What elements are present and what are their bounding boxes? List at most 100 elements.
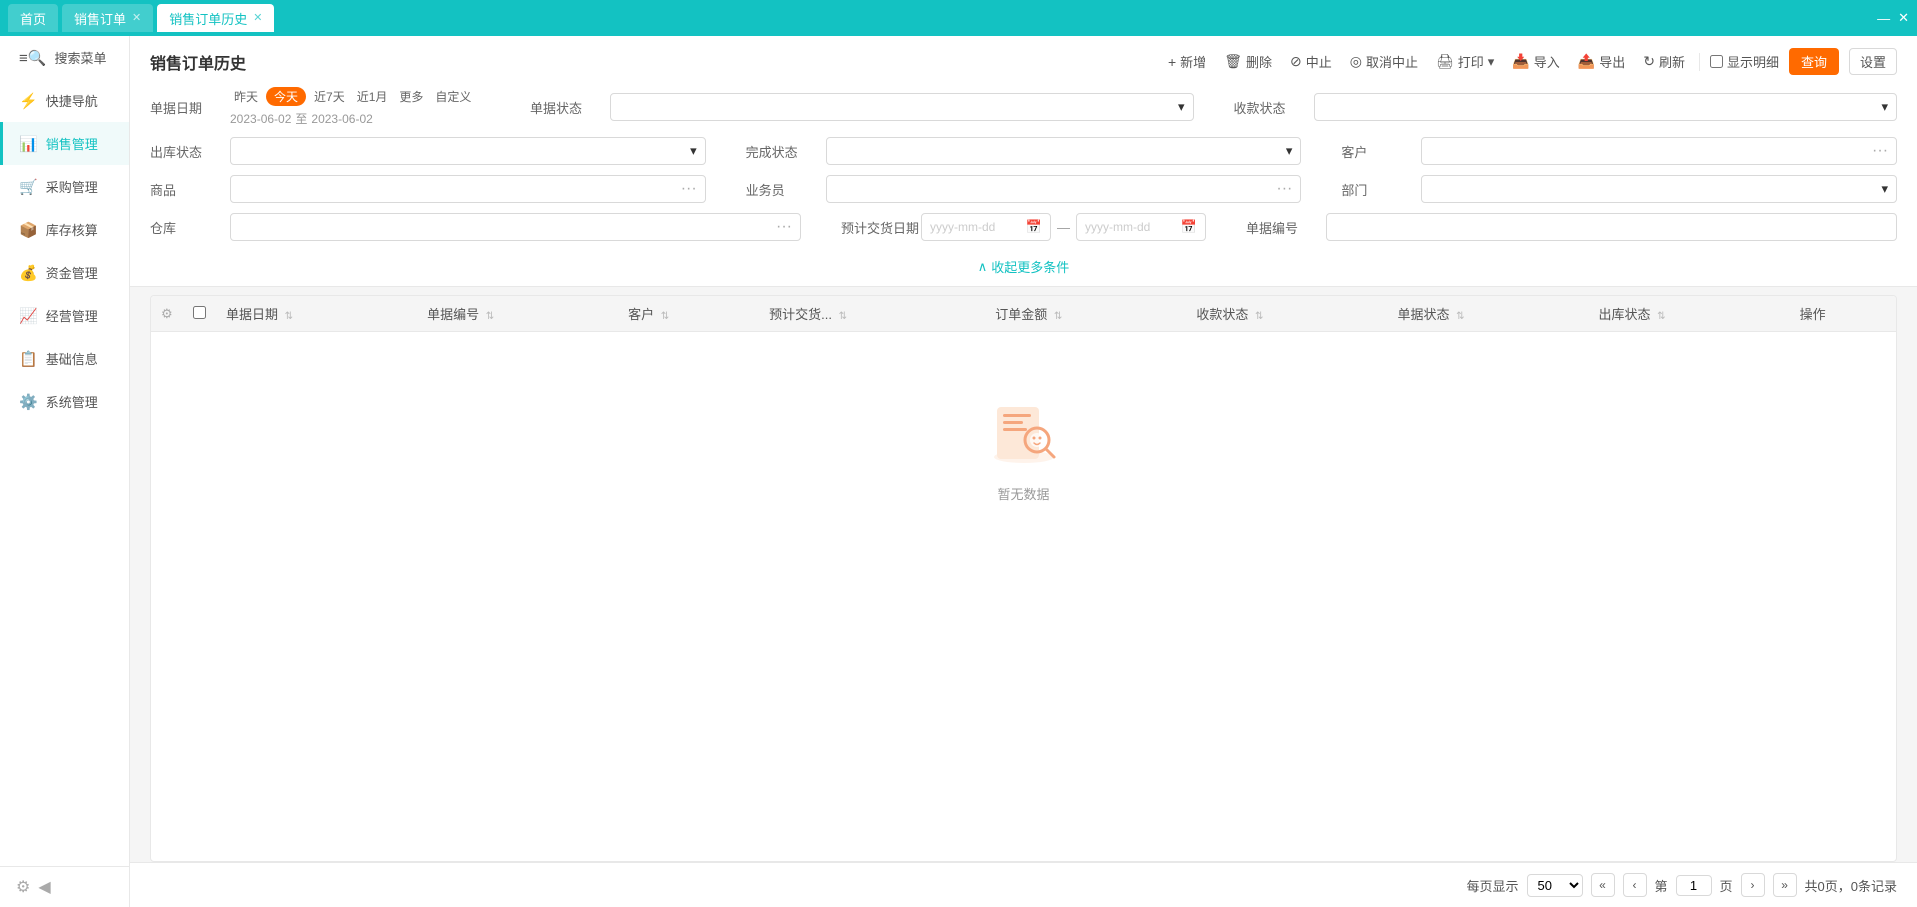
th-bill-status[interactable]: 单据状态 ⇅ — [1387, 296, 1588, 332]
add-button[interactable]: + 新增 — [1164, 50, 1210, 73]
sidebar-item-system-mgmt[interactable]: ⚙️ 系统管理 — [0, 380, 129, 423]
receipt-status-label: 收款状态 — [1234, 98, 1314, 117]
per-page-select[interactable]: 50 20 100 — [1527, 874, 1583, 897]
sidebar-item-quick-nav[interactable]: ⚡ 快捷导航 — [0, 79, 129, 122]
date-more-btn[interactable]: 更多 — [395, 87, 427, 106]
expected-date-label: 预计交货日期 — [841, 218, 921, 237]
salesperson-dots-icon[interactable]: ··· — [1276, 180, 1292, 198]
date-yesterday-btn[interactable]: 昨天 — [230, 87, 262, 106]
next-page-btn[interactable]: › — [1741, 873, 1765, 897]
empty-state: 暂无数据 — [151, 332, 1896, 563]
th-order-amount-sort-icon[interactable]: ⇅ — [1054, 311, 1062, 322]
current-page-input[interactable] — [1676, 875, 1712, 896]
th-bill-date[interactable]: 单据日期 ⇅ — [216, 296, 417, 332]
sidebar-item-operation-mgmt[interactable]: 📈 经营管理 — [0, 294, 129, 337]
stop-button[interactable]: ⊘ 中止 — [1286, 50, 1336, 73]
delete-button[interactable]: 🗑 删除 — [1220, 50, 1276, 73]
last-page-btn[interactable]: » — [1773, 873, 1797, 897]
salesperson-select[interactable]: ··· — [826, 175, 1302, 203]
goods-dots-icon[interactable]: ··· — [681, 180, 697, 198]
warehouse-dots-icon[interactable]: ··· — [776, 218, 792, 236]
th-customer-sort-icon[interactable]: ⇅ — [661, 311, 669, 322]
export-button[interactable]: 📤 导出 — [1574, 50, 1629, 73]
table-container: ⚙ 单据日期 ⇅ 单据编号 ⇅ — [150, 295, 1897, 862]
pagination-bar: 每页显示 50 20 100 « ‹ 第 页 › » 共0页，0条记录 — [130, 862, 1917, 907]
bill-status-select[interactable]: ▾ — [610, 93, 1194, 121]
window-minimize-btn[interactable]: — — [1877, 11, 1890, 26]
date-1month-btn[interactable]: 近1月 — [353, 87, 392, 106]
date-7days-btn[interactable]: 近7天 — [310, 87, 349, 106]
window-close-btn[interactable]: ✕ — [1898, 10, 1909, 26]
date-custom-btn[interactable]: 自定义 — [431, 87, 475, 106]
tab-home[interactable]: 首页 — [8, 4, 58, 32]
tab-sales-order-history-close[interactable]: ✕ — [253, 13, 262, 24]
cancel-stop-button[interactable]: ◎ 取消中止 — [1346, 50, 1422, 73]
th-checkbox[interactable] — [183, 296, 216, 332]
tab-sales-order[interactable]: 销售订单 ✕ — [62, 4, 153, 32]
add-label: 新增 — [1180, 52, 1206, 71]
out-status-label: 出库状态 — [150, 142, 230, 161]
sidebar-item-operation-mgmt-label: 经营管理 — [46, 306, 98, 325]
expected-date-calendar-end-icon[interactable]: 📅 — [1181, 219, 1197, 235]
out-status-select[interactable]: ▾ — [230, 137, 706, 165]
select-all-checkbox[interactable] — [193, 306, 206, 319]
th-out-status[interactable]: 出库状态 ⇅ — [1589, 296, 1790, 332]
query-button[interactable]: 查询 — [1789, 48, 1839, 75]
sidebar-item-search-menu[interactable]: ≡🔍 搜索菜单 — [0, 36, 129, 79]
th-bill-status-sort-icon[interactable]: ⇅ — [1456, 311, 1464, 322]
tab-sales-order-history[interactable]: 销售订单历史 ✕ — [157, 4, 274, 32]
first-page-btn[interactable]: « — [1591, 873, 1615, 897]
sidebar-settings-icon[interactable]: ⚙ — [16, 877, 30, 897]
page-title-row: 销售订单历史 + 新增 🗑 删除 ⊘ 中止 ◎ — [150, 48, 1897, 75]
th-receipt-status-sort-icon[interactable]: ⇅ — [1255, 311, 1263, 322]
print-button[interactable]: 🖨 打印 ▾ — [1432, 50, 1498, 73]
th-receipt-status[interactable]: 收款状态 ⇅ — [1186, 296, 1387, 332]
table-settings-icon[interactable]: ⚙ — [161, 306, 173, 321]
collapse-row[interactable]: ∧ 收起更多条件 — [150, 251, 1897, 278]
sidebar-item-fund-mgmt[interactable]: 💰 资金管理 — [0, 251, 129, 294]
department-select[interactable]: ▾ — [1421, 175, 1897, 203]
sidebar-item-search-menu-label: 搜索菜单 — [54, 48, 106, 67]
bill-number-input[interactable] — [1326, 213, 1897, 241]
sidebar-item-purchase-mgmt[interactable]: 🛒 采购管理 — [0, 165, 129, 208]
th-order-amount[interactable]: 订单金额 ⇅ — [985, 296, 1186, 332]
expected-date-calendar-start-icon[interactable]: 📅 — [1026, 219, 1042, 235]
sidebar-item-basic-info[interactable]: 📋 基础信息 — [0, 337, 129, 380]
tab-sales-order-close[interactable]: ✕ — [132, 13, 141, 24]
th-expected-delivery-sort-icon[interactable]: ⇅ — [839, 311, 847, 322]
date-quick-btns: 昨天 今天 近7天 近1月 更多 自定义 — [230, 87, 490, 106]
receipt-status-select[interactable]: ▾ — [1314, 93, 1898, 121]
refresh-button[interactable]: ↻ 刷新 — [1639, 50, 1689, 73]
display-columns-input[interactable] — [1710, 55, 1723, 68]
th-customer[interactable]: 客户 ⇅ — [618, 296, 759, 332]
th-bill-date-sort-icon[interactable]: ⇅ — [285, 311, 293, 322]
filter-row-3: 商品 ··· 业务员 ··· 部门 ▾ — [150, 175, 1897, 203]
complete-status-select[interactable]: ▾ — [826, 137, 1302, 165]
customer-select[interactable]: ··· — [1421, 137, 1897, 165]
bill-status-arrow-icon: ▾ — [1178, 99, 1185, 115]
goods-label: 商品 — [150, 180, 230, 199]
th-out-status-sort-icon[interactable]: ⇅ — [1657, 311, 1665, 322]
prev-page-btn[interactable]: ‹ — [1623, 873, 1647, 897]
settings-button[interactable]: 设置 — [1849, 48, 1897, 75]
import-button[interactable]: 📥 导入 — [1508, 50, 1563, 73]
th-settings[interactable]: ⚙ — [151, 296, 183, 332]
fund-mgmt-icon: 💰 — [19, 264, 38, 282]
warehouse-select[interactable]: ··· — [230, 213, 801, 241]
th-bill-number-sort-icon[interactable]: ⇅ — [486, 311, 494, 322]
receipt-status-arrow-icon: ▾ — [1881, 99, 1888, 115]
sidebar-collapse-icon[interactable]: ◀ — [38, 877, 50, 897]
goods-select[interactable]: ··· — [230, 175, 706, 203]
th-expected-delivery[interactable]: 预计交货... ⇅ — [759, 296, 985, 332]
system-mgmt-icon: ⚙️ — [19, 393, 38, 411]
sidebar-item-sales-mgmt[interactable]: 📊 销售管理 — [0, 122, 129, 165]
display-columns-checkbox[interactable]: 显示明细 — [1710, 52, 1779, 71]
query-label: 查询 — [1801, 52, 1827, 71]
customer-dots-icon[interactable]: ··· — [1872, 142, 1888, 160]
sidebar-bottom: ⚙ ◀ — [0, 866, 129, 907]
date-label: 单据日期 — [150, 98, 230, 117]
date-range-inputs: 2023-06-02 至 2023-06-02 — [230, 110, 490, 127]
sidebar-item-inventory-calc[interactable]: 📦 库存核算 — [0, 208, 129, 251]
th-bill-number[interactable]: 单据编号 ⇅ — [417, 296, 618, 332]
date-today-btn[interactable]: 今天 — [266, 87, 306, 106]
